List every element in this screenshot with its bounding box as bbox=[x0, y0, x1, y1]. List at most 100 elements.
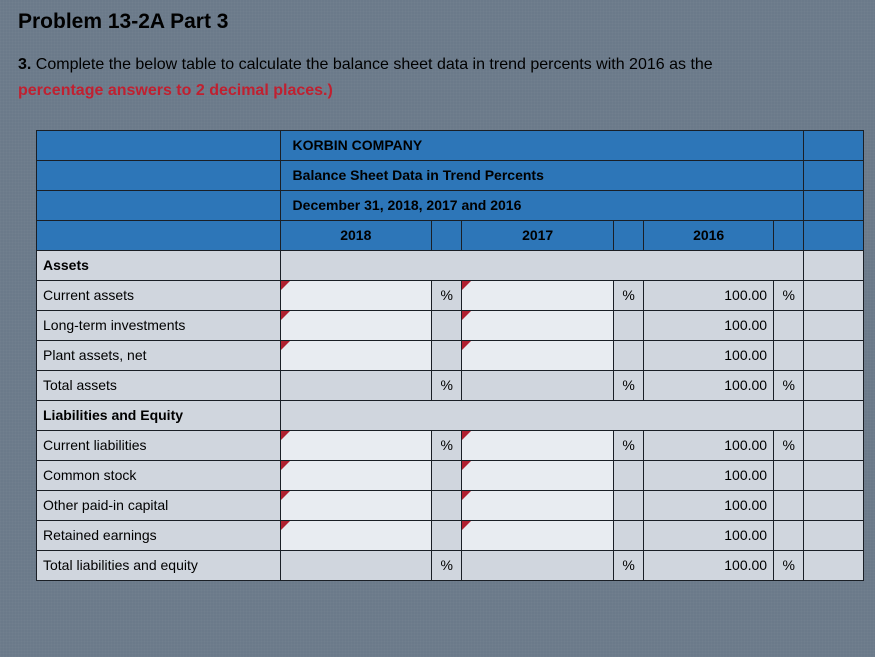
pct-label bbox=[613, 340, 643, 370]
value-2016: 100.00 bbox=[644, 280, 774, 310]
table-row: Total assets % % 100.00 % bbox=[37, 370, 864, 400]
pct-label bbox=[432, 340, 462, 370]
input-2017[interactable] bbox=[462, 490, 614, 520]
empty-cell bbox=[280, 400, 804, 430]
table-row: Retained earnings 100.00 bbox=[37, 520, 864, 550]
pct-label bbox=[774, 490, 804, 520]
row-tail bbox=[804, 310, 864, 340]
problem-title: Problem 13-2A Part 3 bbox=[18, 10, 875, 34]
year-header-2016: 2016 bbox=[644, 220, 774, 250]
pct-label: % bbox=[613, 430, 643, 460]
pct-label: % bbox=[613, 280, 643, 310]
pct-label bbox=[613, 310, 643, 340]
row-label: Total liabilities and equity bbox=[37, 550, 281, 580]
pct-label: % bbox=[432, 550, 462, 580]
row-tail bbox=[804, 370, 864, 400]
company-name: KORBIN COMPANY bbox=[280, 130, 804, 160]
year-header-pct bbox=[432, 220, 462, 250]
row-label: Other paid-in capital bbox=[37, 490, 281, 520]
input-2018[interactable] bbox=[280, 280, 432, 310]
table-row: Current liabilities % % 100.00 % bbox=[37, 430, 864, 460]
row-tail bbox=[804, 280, 864, 310]
header-empty bbox=[37, 220, 281, 250]
input-2018[interactable] bbox=[280, 310, 432, 340]
value-2016: 100.00 bbox=[644, 520, 774, 550]
instruction-red: percentage answers to 2 decimal places.) bbox=[18, 82, 875, 100]
pct-label bbox=[432, 490, 462, 520]
table-row: Plant assets, net 100.00 bbox=[37, 340, 864, 370]
header-empty bbox=[37, 130, 281, 160]
value-2016: 100.00 bbox=[644, 490, 774, 520]
input-2017[interactable] bbox=[462, 280, 614, 310]
value-2017 bbox=[462, 370, 614, 400]
section-assets: Assets bbox=[37, 250, 281, 280]
instruction-line: 3. Complete the below table to calculate… bbox=[18, 54, 875, 76]
table-row: Other paid-in capital 100.00 bbox=[37, 490, 864, 520]
year-header-2018: 2018 bbox=[280, 220, 432, 250]
pct-label: % bbox=[613, 370, 643, 400]
table-row: Long-term investments 100.00 bbox=[37, 310, 864, 340]
pct-label bbox=[774, 460, 804, 490]
row-tail bbox=[804, 520, 864, 550]
input-2018[interactable] bbox=[280, 340, 432, 370]
year-header-2017: 2017 bbox=[462, 220, 614, 250]
row-tail bbox=[804, 250, 864, 280]
row-label: Plant assets, net bbox=[37, 340, 281, 370]
row-label: Current assets bbox=[37, 280, 281, 310]
header-empty bbox=[37, 190, 281, 220]
value-2016: 100.00 bbox=[644, 340, 774, 370]
header-tail bbox=[804, 220, 864, 250]
input-2017[interactable] bbox=[462, 460, 614, 490]
pct-label bbox=[774, 310, 804, 340]
pct-label: % bbox=[613, 550, 643, 580]
value-2016: 100.00 bbox=[644, 430, 774, 460]
year-header-pct bbox=[774, 220, 804, 250]
row-label: Total assets bbox=[37, 370, 281, 400]
pct-label: % bbox=[774, 430, 804, 460]
row-label: Common stock bbox=[37, 460, 281, 490]
table-row: Common stock 100.00 bbox=[37, 460, 864, 490]
row-tail bbox=[804, 340, 864, 370]
input-2018[interactable] bbox=[280, 430, 432, 460]
row-tail bbox=[804, 460, 864, 490]
row-tail bbox=[804, 490, 864, 520]
value-2016: 100.00 bbox=[644, 550, 774, 580]
pct-label bbox=[774, 340, 804, 370]
table-row: Total liabilities and equity % % 100.00 … bbox=[37, 550, 864, 580]
pct-label bbox=[432, 520, 462, 550]
pct-label: % bbox=[774, 370, 804, 400]
pct-label bbox=[774, 520, 804, 550]
pct-label: % bbox=[774, 280, 804, 310]
header-tail bbox=[804, 160, 864, 190]
empty-cell bbox=[280, 250, 804, 280]
value-2016: 100.00 bbox=[644, 460, 774, 490]
input-2017[interactable] bbox=[462, 340, 614, 370]
year-header-pct bbox=[613, 220, 643, 250]
pct-label: % bbox=[774, 550, 804, 580]
instruction-number: 3. bbox=[18, 56, 31, 73]
input-2018[interactable] bbox=[280, 460, 432, 490]
value-2018 bbox=[280, 370, 432, 400]
pct-label bbox=[432, 310, 462, 340]
header-tail bbox=[804, 130, 864, 160]
pct-label bbox=[613, 520, 643, 550]
value-2018 bbox=[280, 550, 432, 580]
header-empty bbox=[37, 160, 281, 190]
row-tail bbox=[804, 400, 864, 430]
input-2017[interactable] bbox=[462, 430, 614, 460]
balance-sheet-table: KORBIN COMPANY Balance Sheet Data in Tre… bbox=[36, 130, 864, 581]
pct-label bbox=[613, 460, 643, 490]
pct-label: % bbox=[432, 430, 462, 460]
report-subtitle: Balance Sheet Data in Trend Percents bbox=[280, 160, 804, 190]
row-label: Long-term investments bbox=[37, 310, 281, 340]
row-tail bbox=[804, 550, 864, 580]
value-2016: 100.00 bbox=[644, 310, 774, 340]
input-2017[interactable] bbox=[462, 520, 614, 550]
pct-label: % bbox=[432, 370, 462, 400]
input-2018[interactable] bbox=[280, 490, 432, 520]
value-2016: 100.00 bbox=[644, 370, 774, 400]
input-2017[interactable] bbox=[462, 310, 614, 340]
input-2018[interactable] bbox=[280, 520, 432, 550]
header-tail bbox=[804, 190, 864, 220]
table-row: Current assets % % 100.00 % bbox=[37, 280, 864, 310]
